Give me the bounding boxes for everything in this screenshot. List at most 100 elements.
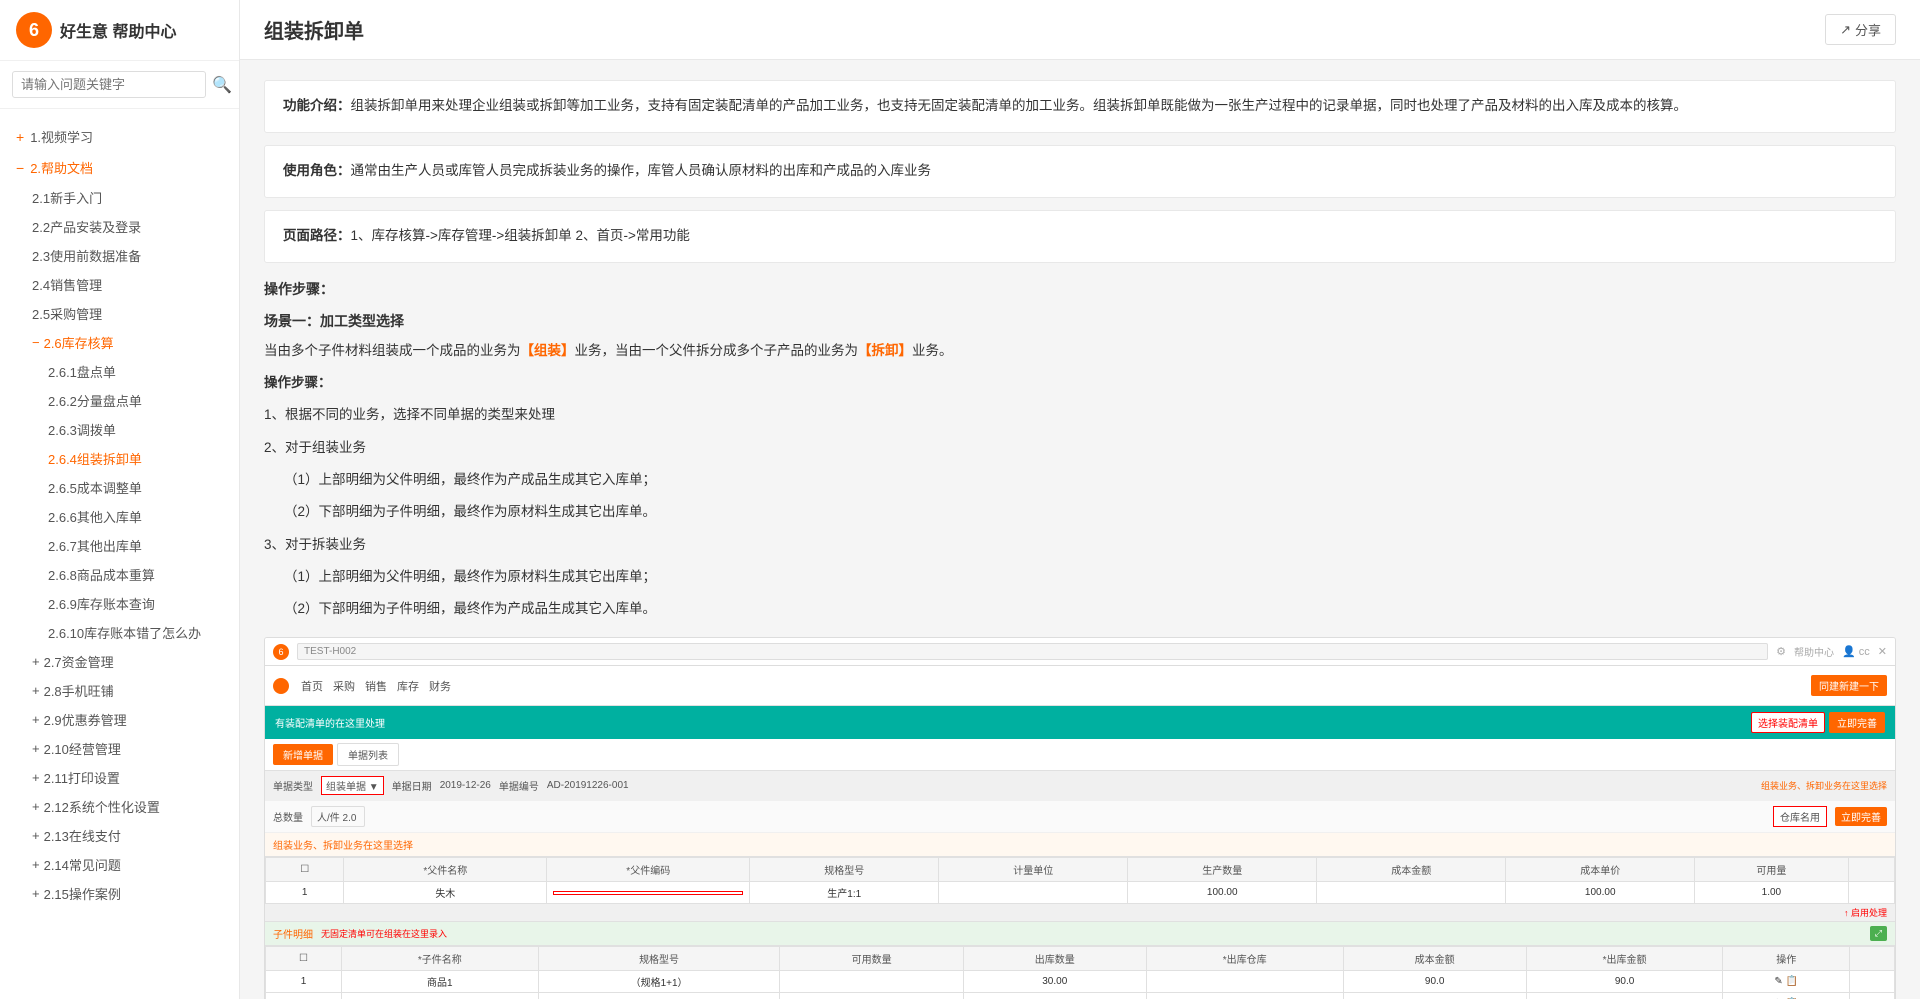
sidebar-item-coupon[interactable]: + 2.9优惠券管理 [0,705,239,734]
mock-child-outwh1 [1146,971,1343,993]
mock-parent-table-label: 组装业务、拆卸业务在这里选择 [265,833,1895,857]
mock-child-col-spec2: 规格型号 [538,947,780,971]
sidebar-item-faq[interactable]: + 2.14常见问题 [0,850,239,879]
mock-tab-list[interactable]: 单据列表 [337,743,399,766]
mock-doctype-select[interactable]: 组装单据 ▼ [321,776,384,795]
sidebar-item-assembly[interactable]: 2.6.4组装拆卸单 [0,444,239,473]
path-block: 页面路径：1、库存核算->库存管理->组装拆卸单 2、首页->常用功能 [264,210,1896,263]
sidebar-item-finance[interactable]: + 2.7资金管理 [0,647,239,676]
mock-child-costamt1: 90.0 [1343,971,1526,993]
mock-cell-unitcost: 100.00 [1506,882,1695,904]
sidebar-item-otherout[interactable]: 2.6.7其他出库单 [0,531,239,560]
sidebar-item-data[interactable]: 2.3使用前数据准备 [0,241,239,270]
intro-text: 组装拆卸单用来处理企业组装或拆卸等加工业务，支持有固定装配清单的产品加工业务，也… [351,98,1688,113]
mock-cell-check: 1 [266,882,344,904]
mock-titlebar: 6 TEST-H002 ⚙ 帮助中心 👤 cc ✕ [265,638,1895,666]
sidebar-item-sales[interactable]: 2.4销售管理 [0,270,239,299]
search-icon[interactable]: 🔍 [212,75,232,95]
mock-parent-row: 1 失木 生产1:1 100.00 100.00 1.00 [266,882,1895,904]
sidebar-item-stocktake[interactable]: 2.6.1盘点单 [0,357,239,386]
mock-select-bom-btn[interactable]: 选择装配清单 [1751,712,1825,733]
mock-col-check: ☐ [266,858,344,882]
mock-settings-icon: ⚙ [1776,645,1786,658]
step3-1: （1）上部明细为父件明细，最终作为原材料生成其它出库单； [264,565,1896,589]
share-icon: ↗ [1840,22,1851,38]
mock-col-parentname: *父件名称 [344,858,547,882]
scene1-title: 场景一：加工类型选择 [264,311,1896,331]
mock-child-col-outwh: *出库仓库 [1146,947,1343,971]
sidebar-item-payment[interactable]: + 2.13在线支付 [0,821,239,850]
mock-child-table-container: ☐ *子件名称 规格型号 可用数量 出库数量 *出库仓库 成本金额 *出库金额 … [265,946,1895,999]
sidebar-item-system[interactable]: + 2.12系统个性化设置 [0,792,239,821]
mock-confirm-btn[interactable]: 立即完善 [1829,712,1885,733]
sidebar-item-stockcount[interactable]: 2.6.2分量盘点单 [0,386,239,415]
path-text: 1、库存核算->库存管理->组装拆卸单 2、首页->常用功能 [351,228,690,243]
sidebar-item-otherin[interactable]: 2.6.6其他入库单 [0,502,239,531]
mock-nav-inventory: 库存 [397,678,419,694]
mock-warehouse-field[interactable]: 仓库名用 [1773,806,1827,827]
share-button[interactable]: ↗ 分享 [1825,14,1896,45]
sidebar-item-inventorycheck[interactable]: 2.6.9库存账本查询 [0,589,239,618]
role-text: 通常由生产人员或库管人员完成拆装业务的操作，库管人员确认原材料的出库和产成品的入… [351,163,932,178]
mock-parent-table: ☐ *父件名称 *父件编码 规格型号 计量单位 生产数量 成本金额 成本单价 可… [265,857,1895,904]
mock-child-outwh2 [1146,993,1343,999]
sidebar-item-inventory[interactable]: − 2.6库存核算 [0,328,239,357]
mock-cell-name: 失木 [344,882,547,904]
mock-cell-avail: 1.00 [1695,882,1848,904]
mock-child-table-header: 子件明细 无固定清单可在组装在这里录入 ⤢ [265,921,1895,946]
main-header: 组装拆卸单 ↗ 分享 [240,0,1920,60]
mock-child-ops2b: ✎ 📋 [1723,993,1850,999]
mock-app-logo [273,678,289,694]
sidebar-item-business[interactable]: + 2.10经营管理 [0,734,239,763]
minus-icon2: − [32,335,40,350]
mock-child-table: ☐ *子件名称 规格型号 可用数量 出库数量 *出库仓库 成本金额 *出库金额 … [265,946,1895,999]
mock-child-avail2 [780,993,963,999]
mock-new-btn[interactable]: 同建新建一下 [1811,675,1887,696]
sidebar-item-transfer[interactable]: 2.6.3调拨单 [0,415,239,444]
nav-tree: + 1.视频学习 − 2.帮助文档 2.1新手入门 2.2产品安装及登录 2.3… [0,109,239,999]
sidebar-item-print[interactable]: + 2.11打印设置 [0,763,239,792]
mock-cell-action [1848,882,1894,904]
mock-qty-input[interactable]: 人/件 2.0 [311,806,365,827]
mock-child-ops1: ✎ 📋 [1723,971,1850,993]
step2-1: （1）上部明细为父件明细，最终作为产成品生成其它入库单； [264,468,1896,492]
search-input[interactable] [12,71,206,98]
mock-tab-new[interactable]: 新增单据 [273,744,333,765]
mock-child-col-name: *子件名称 [341,947,538,971]
step3-2: （2）下部明细为子件明细，最终作为产成品生成其它入库单。 [264,597,1896,621]
mock-enable-annotation: ↑ 启用处理 [265,904,1895,921]
sidebar-item-install[interactable]: 2.2产品安装及登录 [0,212,239,241]
mock-child-col-ops2: 操作 [1723,947,1850,971]
mock-nav-home: 首页 [301,678,323,694]
sidebar-item-purchase[interactable]: 2.5采购管理 [0,299,239,328]
sidebar-item-mobile[interactable]: + 2.8手机旺铺 [0,676,239,705]
screenshot-container: 6 TEST-H002 ⚙ 帮助中心 👤 cc ✕ 首页 采购 销售 库存 财 [264,637,1896,999]
mock-col-ops [1848,858,1894,882]
mock-app: 6 TEST-H002 ⚙ 帮助中心 👤 cc ✕ 首页 采购 销售 库存 财 [265,638,1895,999]
mock-child-col-costamt: 成本金额 [1343,947,1526,971]
sidebar-item-docs[interactable]: − 2.帮助文档 [0,152,239,183]
mock-child-extra1: 90.0 [1526,971,1723,993]
mock-nav-purchase: 采购 [333,678,355,694]
role-block: 使用角色：通常由生产人员或库管人员完成拆装业务的操作，库管人员确认原材料的出库和… [264,145,1896,198]
mock-child-label: 子件明细 [273,926,313,941]
mock-expand-btn[interactable]: ⤢ [1870,926,1887,941]
mock-cell-cost [1317,882,1506,904]
sidebar-item-costadjust[interactable]: 2.6.5成本调整单 [0,473,239,502]
mock-cell-spec: 生产1:1 [750,882,939,904]
mock-child-name2: 商品2 [341,993,538,999]
sidebar-item-new[interactable]: 2.1新手入门 [0,183,239,212]
mock-qty-label: 总数量 [273,809,303,824]
sidebar-header: 6 好生意 帮助中心 [0,0,239,61]
mock-child-col-check: ☐ [266,947,342,971]
mock-green-bar: 有装配清单的在这里处理 选择装配清单 立即完善 [265,706,1895,739]
sidebar-item-costrecalc[interactable]: 2.6.8商品成本重算 [0,560,239,589]
mock-enable-btn[interactable]: 立即完善 [1835,807,1887,826]
step2: 2、对于组装业务 [264,436,1896,460]
mock-child-extra3 [1849,971,1894,993]
sidebar-item-accounterror[interactable]: 2.6.10库存账本错了怎么办 [0,618,239,647]
sidebar-item-cases[interactable]: + 2.15操作案例 [0,879,239,908]
logo-icon: 6 [16,12,52,48]
intro-label: 功能介绍： [283,98,351,113]
sidebar-item-video[interactable]: + 1.视频学习 [0,121,239,152]
